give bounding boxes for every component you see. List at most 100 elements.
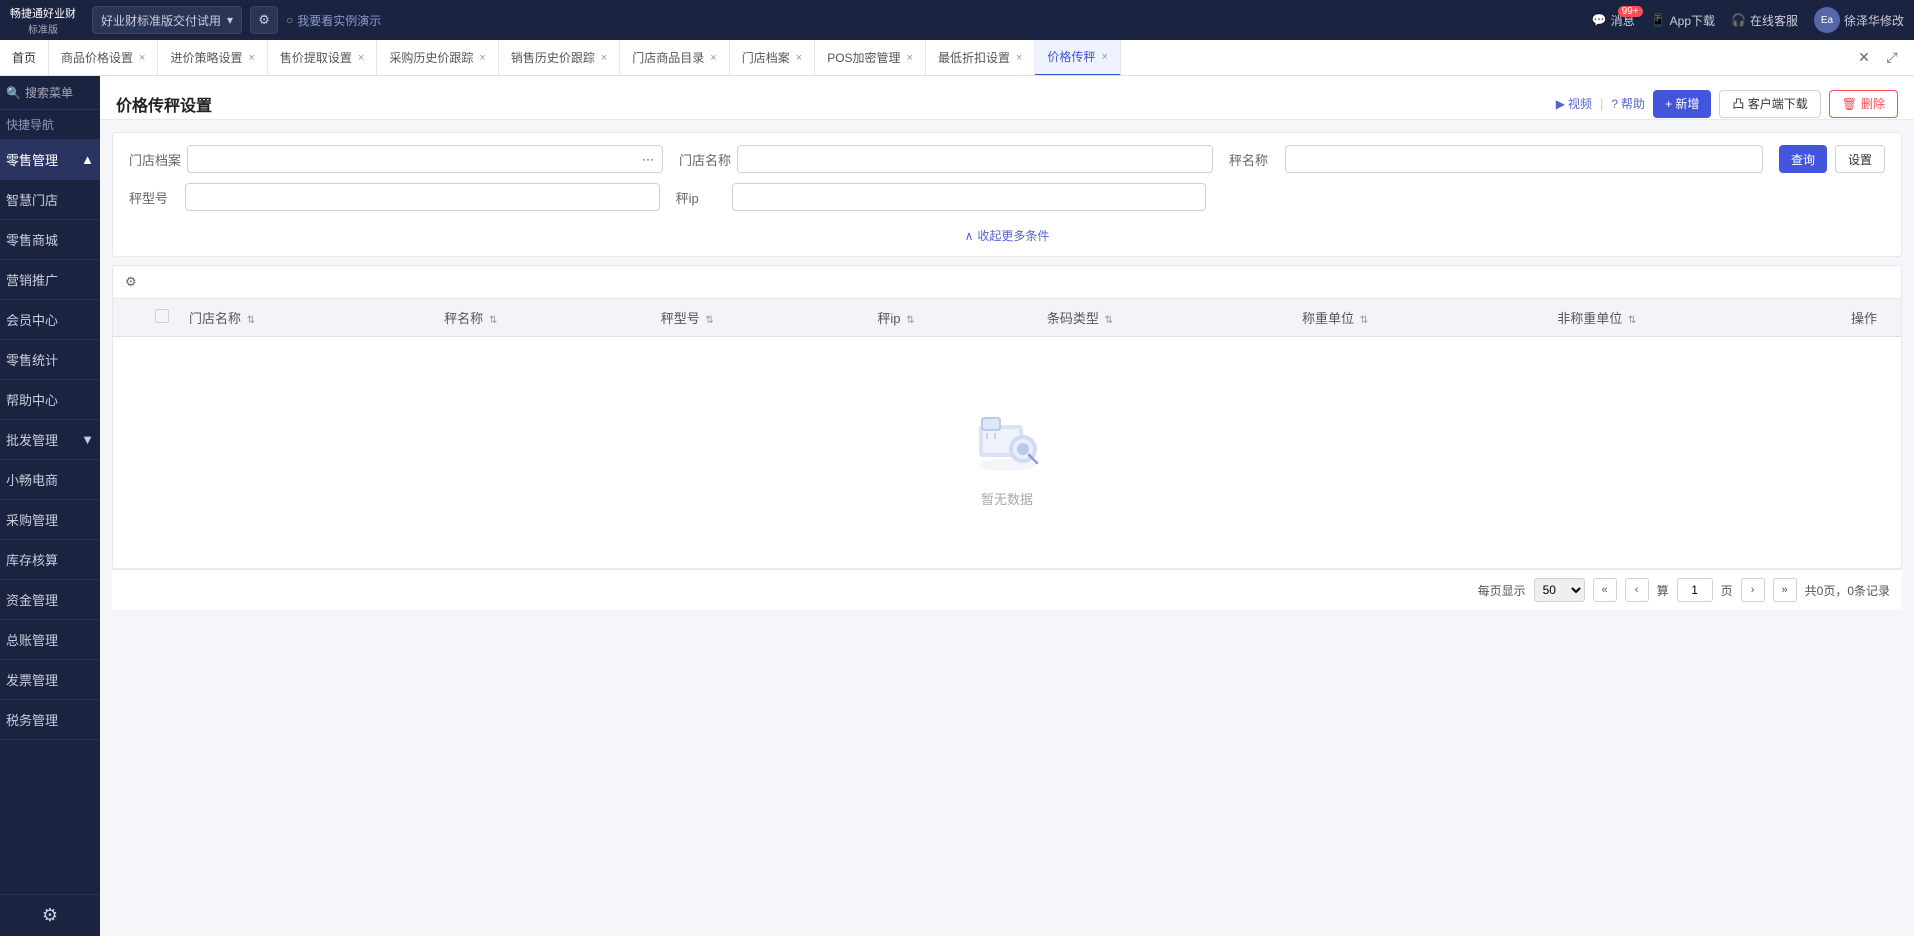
th-scale-model[interactable]: 秤型号 ⇅ bbox=[651, 299, 868, 337]
delete-icon: 🗑 bbox=[1842, 97, 1857, 111]
sort-scale-ip-icon: ⇅ bbox=[906, 315, 914, 326]
tab-store-profile-close[interactable]: × bbox=[796, 52, 802, 64]
version-selector[interactable]: 好业财标准版交付试用 ▾ bbox=[92, 6, 242, 34]
toolbar-gear-icon[interactable]: ⚙ bbox=[125, 274, 137, 290]
tab-purchase-strategy-close[interactable]: × bbox=[248, 52, 254, 64]
table-container: ⚙ 门店名称 ⇅ 秤名称 ⇅ bbox=[112, 265, 1902, 569]
tab-purchase-history-label: 采购历史价跟踪 bbox=[389, 49, 473, 66]
tab-pos-management-close[interactable]: × bbox=[907, 52, 913, 64]
sort-store-name-icon: ⇅ bbox=[247, 315, 255, 326]
page-number-input[interactable] bbox=[1677, 578, 1713, 602]
th-store-name[interactable]: 门店名称 ⇅ bbox=[179, 299, 434, 337]
scale-name-input[interactable] bbox=[1285, 145, 1763, 173]
scale-model-label: 秤型号 bbox=[129, 188, 179, 207]
tab-purchase-strategy[interactable]: 进价策略设置 × bbox=[158, 40, 267, 76]
per-page-select[interactable]: 50 10 20 100 bbox=[1534, 578, 1585, 602]
settings-button[interactable]: ⚙ bbox=[250, 6, 278, 34]
tab-purchase-history-close[interactable]: × bbox=[479, 52, 485, 64]
next-page-icon: › bbox=[1751, 584, 1755, 596]
tab-commodity-price-close[interactable]: × bbox=[139, 52, 145, 64]
tab-sales-history-close[interactable]: × bbox=[601, 52, 607, 64]
th-scale-name[interactable]: 秤名称 ⇅ bbox=[434, 299, 651, 337]
next-page-button[interactable]: › bbox=[1741, 578, 1765, 602]
tab-min-discount[interactable]: 最低折扣设置 × bbox=[926, 40, 1035, 76]
query-button[interactable]: 查询 bbox=[1779, 145, 1827, 173]
video-icon: ▶ bbox=[1556, 97, 1565, 111]
search-icon: 🔍 bbox=[6, 86, 21, 100]
collapse-button[interactable]: ∧ 收起更多条件 bbox=[965, 227, 1050, 244]
store-profile-select[interactable]: ··· bbox=[187, 145, 663, 173]
help-link[interactable]: ? 帮助 bbox=[1611, 95, 1645, 112]
sidebar-item-general-ledger[interactable]: 总账管理 bbox=[0, 620, 100, 660]
first-page-button[interactable]: « bbox=[1593, 578, 1617, 602]
tab-sale-price-close[interactable]: × bbox=[358, 52, 364, 64]
tab-purchase-history[interactable]: 采购历史价跟踪 × bbox=[377, 40, 498, 76]
sidebar-item-wholesale-mgmt[interactable]: 批发管理 ▼ bbox=[0, 420, 100, 460]
th-scale-ip[interactable]: 秤ip ⇅ bbox=[867, 299, 1036, 337]
headset-icon: 🎧 bbox=[1731, 13, 1746, 27]
empty-state-row: 暂无数据 bbox=[113, 337, 1901, 569]
app-download-button[interactable]: 📱 App下载 bbox=[1651, 12, 1715, 29]
sidebar-item-help-center[interactable]: 帮助中心 bbox=[0, 380, 100, 420]
page-label: 算 bbox=[1657, 582, 1669, 599]
th-non-weight-unit[interactable]: 非称重单位 ⇅ bbox=[1547, 299, 1841, 337]
download-button[interactable]: 凸 客户端下载 bbox=[1719, 90, 1820, 118]
th-weight-unit[interactable]: 称重单位 ⇅ bbox=[1292, 299, 1547, 337]
sidebar-item-finance-label: 资金管理 bbox=[6, 590, 58, 609]
tab-store-catalog-close[interactable]: × bbox=[710, 52, 716, 64]
prev-page-button[interactable]: ‹ bbox=[1625, 578, 1649, 602]
sidebar-item-retail-mgmt[interactable]: 零售管理 ▲ bbox=[0, 140, 100, 180]
video-link[interactable]: ▶ 视频 bbox=[1556, 95, 1592, 112]
scale-ip-input[interactable] bbox=[732, 183, 1207, 211]
sidebar-item-finance[interactable]: 资金管理 bbox=[0, 580, 100, 620]
app-title: 畅捷通好业财 bbox=[10, 5, 76, 21]
sidebar-item-retail-stats-label: 零售统计 bbox=[6, 350, 58, 369]
sidebar-item-invoice-mgmt[interactable]: 发票管理 bbox=[0, 660, 100, 700]
store-profile-label: 门店档案 bbox=[129, 150, 181, 169]
sidebar-settings-button[interactable]: ⚙ bbox=[0, 894, 100, 936]
filter-area: 门店档案 ··· 门店名称 秤名称 查询 bbox=[112, 132, 1902, 257]
scale-model-input[interactable] bbox=[185, 183, 660, 211]
store-name-input[interactable] bbox=[737, 145, 1213, 173]
sidebar-quick-nav[interactable]: 快捷导航 bbox=[0, 110, 100, 140]
sidebar-item-tax-mgmt[interactable]: 税务管理 bbox=[0, 700, 100, 740]
sidebar-item-retail-mall[interactable]: 零售商城 bbox=[0, 220, 100, 260]
user-area[interactable]: Ea 徐泽华修改 bbox=[1814, 7, 1904, 33]
tab-store-profile[interactable]: 门店档案 × bbox=[730, 40, 815, 76]
sidebar-item-inventory[interactable]: 库存核算 bbox=[0, 540, 100, 580]
delete-button[interactable]: 🗑 删除 bbox=[1829, 90, 1898, 118]
online-service-button[interactable]: 🎧 在线客服 bbox=[1731, 12, 1798, 29]
th-gear bbox=[113, 299, 145, 337]
sidebar-item-purchase-mgmt[interactable]: 采购管理 bbox=[0, 500, 100, 540]
tab-price-scale-close[interactable]: × bbox=[1101, 51, 1107, 63]
tab-home[interactable]: 首页 bbox=[0, 40, 49, 76]
tab-price-scale[interactable]: 价格传秤 × bbox=[1035, 40, 1120, 76]
sidebar-item-marketing[interactable]: 营销推广 bbox=[0, 260, 100, 300]
th-check[interactable] bbox=[145, 299, 179, 337]
tab-pos-management[interactable]: POS加密管理 × bbox=[815, 40, 926, 76]
tab-store-catalog[interactable]: 门店商品目录 × bbox=[620, 40, 729, 76]
tab-commodity-price[interactable]: 商品价格设置 × bbox=[49, 40, 158, 76]
messages-button[interactable]: 💬 消息 99+ bbox=[1592, 12, 1635, 29]
tab-close-btn[interactable]: ✕ bbox=[1850, 44, 1878, 72]
sidebar-item-smart-store[interactable]: 智慧门店 bbox=[0, 180, 100, 220]
ellipsis-icon: ··· bbox=[642, 152, 654, 166]
setup-button[interactable]: 设置 bbox=[1835, 145, 1885, 173]
th-barcode-type[interactable]: 条码类型 ⇅ bbox=[1037, 299, 1292, 337]
tab-sales-history[interactable]: 销售历史价跟踪 × bbox=[499, 40, 620, 76]
sidebar-item-help-center-label: 帮助中心 bbox=[6, 390, 58, 409]
sidebar-item-retail-stats[interactable]: 零售统计 bbox=[0, 340, 100, 380]
sidebar-quick-nav-label: 快捷导航 bbox=[6, 118, 54, 132]
filter-row-2: 秤型号 秤ip bbox=[129, 183, 1885, 211]
tab-expand-btn[interactable]: ⤢ bbox=[1878, 44, 1906, 72]
tab-min-discount-close[interactable]: × bbox=[1016, 52, 1022, 64]
tab-sale-price[interactable]: 售价提取设置 × bbox=[268, 40, 377, 76]
select-all-checkbox[interactable] bbox=[155, 309, 169, 323]
table-body: 暂无数据 bbox=[113, 337, 1901, 569]
sidebar-item-xiaochangec[interactable]: 小畅电商 bbox=[0, 460, 100, 500]
demo-link[interactable]: ○ 我要看实例演示 bbox=[286, 12, 381, 29]
sidebar-item-member-center[interactable]: 会员中心 bbox=[0, 300, 100, 340]
add-button[interactable]: + 新增 bbox=[1653, 90, 1711, 118]
last-page-button[interactable]: » bbox=[1773, 578, 1797, 602]
sidebar-search[interactable]: 🔍 搜索菜单 bbox=[0, 76, 100, 110]
